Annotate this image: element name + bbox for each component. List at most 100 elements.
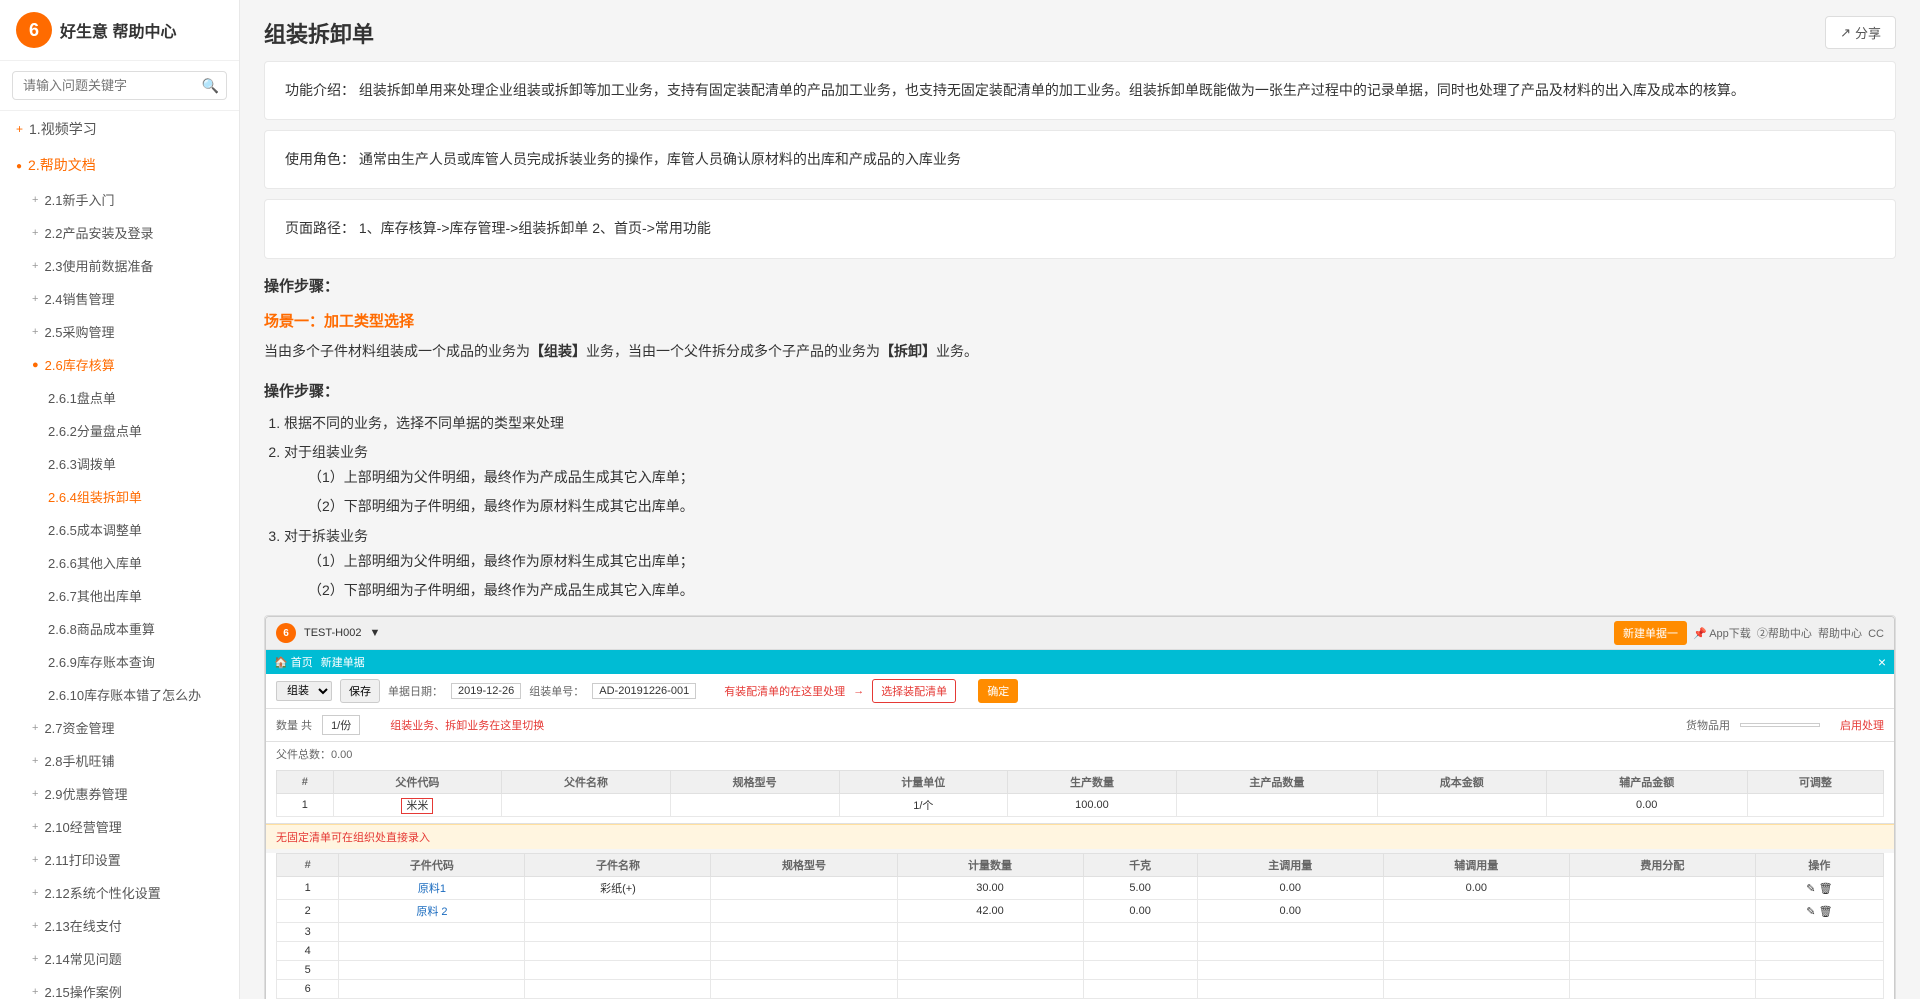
app-header-bar: 🏠 首页 新建单据 × <box>266 650 1894 674</box>
sidebar-sub-2: + 2.1新手入门 + 2.2产品安装及登录 + 2.3使用前数据准备 + 2.… <box>0 183 239 999</box>
sub-icon-2-8: + <box>32 755 38 767</box>
th2-ops: 操作 <box>1755 854 1883 877</box>
func-desc: 组装拆卸单用来处理企业组装或拆卸等加工业务，支持有固定装配清单的产品加工业务，也… <box>359 82 1745 98</box>
th-adjust: 可调整 <box>1747 771 1883 794</box>
sidebar-item-2-11[interactable]: + 2.11打印设置 <box>0 843 239 876</box>
sidebar-item-2-6-4-label: 2.6.4组装拆卸单 <box>48 487 142 506</box>
app-type-select[interactable]: 组装 拆卸 <box>276 681 332 701</box>
nav-list: 1.视频学习 2.帮助文档 + 2.1新手入门 + 2.2产品安装及登录 + <box>0 111 239 999</box>
sidebar-header: 6 好生意 帮助中心 <box>0 0 239 61</box>
scenario1-intro: 当由多个子件材料组装成一个成品的业务为【组装】业务，当由一个父件拆分成多个子产品… <box>264 339 1896 364</box>
app-date-value: 2019-12-26 <box>451 683 521 699</box>
sub-icon-2-10: + <box>32 821 38 833</box>
th-prod-qty: 生产数量 <box>1008 771 1177 794</box>
sidebar-item-2-6-3-label: 2.6.3调拨单 <box>48 454 116 473</box>
step-3-sub-1: （1）上部明细为父件明细，最终作为原材料生成其它出库单； <box>308 549 1896 574</box>
sidebar-item-2-header[interactable]: 2.帮助文档 <box>0 147 239 183</box>
th2-main: 主调用量 <box>1197 854 1383 877</box>
sidebar-item-1[interactable]: 1.视频学习 <box>0 111 239 147</box>
app-screenshot-wrapper: 6 TEST-H002 ▼ 新建单据一 📌 App下载 ②帮助中心 帮助中心 C… <box>265 616 1895 999</box>
sidebar-item-2-6[interactable]: ● 2.6库存核算 <box>0 348 239 381</box>
app-close-icon[interactable]: × <box>1878 654 1886 670</box>
app-table1-label: 父件总数：0.00 <box>276 746 352 762</box>
main-content: 组装拆卸单 ↗ 分享 功能介绍： 组装拆卸单用来处理企业组装或拆卸等加工业务，支… <box>240 0 1920 999</box>
sidebar-item-2-15[interactable]: + 2.15操作案例 <box>0 975 239 999</box>
app-save-btn[interactable]: 保存 <box>340 679 380 703</box>
sub-icon-2-12: + <box>32 887 38 899</box>
sidebar-item-2-6-2[interactable]: 2.6.2分量盘点单 <box>0 414 239 447</box>
th-cost: 成本金额 <box>1377 771 1546 794</box>
sidebar-item-2-12[interactable]: + 2.12系统个性化设置 <box>0 876 239 909</box>
sidebar-item-2-7[interactable]: + 2.7资金管理 <box>0 711 239 744</box>
table-row-bottom-1: 1 原料1 彩纸(+) 30.00 5.00 0.00 0.00 <box>277 877 1884 900</box>
sub-icon-2-1: + <box>32 194 38 206</box>
sidebar-item-2-8-label: 2.8手机旺铺 <box>44 751 114 770</box>
annotation3: 启用处理 <box>1840 717 1884 733</box>
app-select-btn[interactable]: 选择装配清单 <box>872 679 956 703</box>
sidebar-item-2-6-6[interactable]: 2.6.6其他入库单 <box>0 546 239 579</box>
sidebar-item-2-6-7[interactable]: 2.6.7其他出库单 <box>0 579 239 612</box>
th-sub-cost: 辅产品金额 <box>1546 771 1747 794</box>
sidebar-item-2-12-label: 2.12系统个性化设置 <box>44 883 160 902</box>
app-nav-home: 🏠 首页 <box>274 654 313 670</box>
sidebar-item-2-6-8[interactable]: 2.6.8商品成本重算 <box>0 612 239 645</box>
sidebar-item-2-8[interactable]: + 2.8手机旺铺 <box>0 744 239 777</box>
sub-icon-2-2: + <box>32 227 38 239</box>
step-3-sub-2: （2）下部明细为子件明细，最终作为产成品生成其它入库单。 <box>308 578 1896 603</box>
sidebar-item-2-6-4[interactable]: 2.6.4组装拆卸单 <box>0 480 239 513</box>
sidebar-item-2-6-10[interactable]: 2.6.10库存账本错了怎么办 <box>0 678 239 711</box>
sidebar-item-2-label: 2.帮助文档 <box>28 155 96 175</box>
func-intro-block: 功能介绍： 组装拆卸单用来处理企业组装或拆卸等加工业务，支持有固定装配清单的产品… <box>264 61 1896 120</box>
ops-section: 操作步骤： 场景一：加工类型选择 当由多个子件材料组装成一个成品的业务为【组装】… <box>264 275 1896 999</box>
sidebar-item-2-9[interactable]: + 2.9优惠券管理 <box>0 777 239 810</box>
sidebar-item-2-6-1-label: 2.6.1盘点单 <box>48 388 116 407</box>
search-input[interactable] <box>12 71 227 100</box>
sidebar-item-2[interactable]: 2.帮助文档 + 2.1新手入门 + 2.2产品安装及登录 + 2.3使用前数据… <box>0 147 239 999</box>
th2-sub-name: 子件名称 <box>525 854 711 877</box>
app-count-value: 1/份 <box>322 715 360 735</box>
app-icons: 📌 App下载 ②帮助中心 帮助中心 CC <box>1693 625 1884 641</box>
sub-icon-2-14: + <box>32 953 38 965</box>
role-block: 使用角色： 通常由生产人员或库管人员完成拆装业务的操作，库管人员确认原材料的出库… <box>264 130 1896 189</box>
sidebar-item-2-3[interactable]: + 2.3使用前数据准备 <box>0 249 239 282</box>
th-unit: 计量单位 <box>839 771 1008 794</box>
sidebar-item-2-4[interactable]: + 2.4销售管理 <box>0 282 239 315</box>
sidebar-item-2-14[interactable]: + 2.14常见问题 <box>0 942 239 975</box>
sidebar-item-2-2[interactable]: + 2.2产品安装及登录 <box>0 216 239 249</box>
collapse-icon-2 <box>16 158 22 172</box>
sidebar-item-2-2-label: 2.2产品安装及登录 <box>44 223 153 242</box>
sub-icon-2-9: + <box>32 788 38 800</box>
share-icon: ↗ <box>1840 25 1851 41</box>
sidebar-item-2-6-5[interactable]: 2.6.5成本调整单 <box>0 513 239 546</box>
sidebar-item-1-header[interactable]: 1.视频学习 <box>0 111 239 147</box>
table-row-bottom-6: 6 <box>277 980 1884 999</box>
sidebar-item-2-13-label: 2.13在线支付 <box>44 916 121 935</box>
step-2-sub-1: （1）上部明细为父件明细，最终作为产成品生成其它入库单； <box>308 465 1896 490</box>
role-desc: 通常由生产人员或库管人员完成拆装业务的操作，库管人员确认原材料的出库和产成品的入… <box>359 151 961 167</box>
sidebar-item-2-11-label: 2.11打印设置 <box>44 850 120 869</box>
ops-title: 操作步骤： <box>264 275 1896 296</box>
sidebar-item-2-10[interactable]: + 2.10经营管理 <box>0 810 239 843</box>
table-row-bottom-5: 5 <box>277 961 1884 980</box>
sidebar-item-2-4-label: 2.4销售管理 <box>44 289 114 308</box>
screenshot-container: 6 TEST-H002 ▼ 新建单据一 📌 App下载 ②帮助中心 帮助中心 C… <box>264 615 1896 999</box>
sidebar-item-2-6-9[interactable]: 2.6.9库存账本查询 <box>0 645 239 678</box>
th2-num: # <box>277 854 339 877</box>
sidebar-item-2-13[interactable]: + 2.13在线支付 <box>0 909 239 942</box>
sidebar-item-2-6-10-label: 2.6.10库存账本错了怎么办 <box>48 685 201 704</box>
sidebar-item-2-6-3[interactable]: 2.6.3调拨单 <box>0 447 239 480</box>
th2-sub: 辅调用量 <box>1383 854 1569 877</box>
sidebar-item-2-1[interactable]: + 2.1新手入门 <box>0 183 239 216</box>
sidebar-item-2-6-8-label: 2.6.8商品成本重算 <box>48 619 155 638</box>
app-org-value <box>1740 723 1820 727</box>
app-new-btn[interactable]: 新建单据一 <box>1614 621 1687 645</box>
app-logo: 6 <box>276 623 296 643</box>
sub-icon-2-5: + <box>32 326 38 338</box>
sidebar-item-2-6-1[interactable]: 2.6.1盘点单 <box>0 381 239 414</box>
share-button[interactable]: ↗ 分享 <box>1825 16 1896 49</box>
path-label: 页面路径： <box>285 220 355 236</box>
table-row-bottom-4: 4 <box>277 942 1884 961</box>
step-2-subs: （1）上部明细为父件明细，最终作为产成品生成其它入库单； （2）下部明细为子件明… <box>284 465 1896 519</box>
sidebar-item-2-5[interactable]: + 2.5采购管理 <box>0 315 239 348</box>
app-confirm-btn[interactable]: 确定 <box>978 679 1018 703</box>
